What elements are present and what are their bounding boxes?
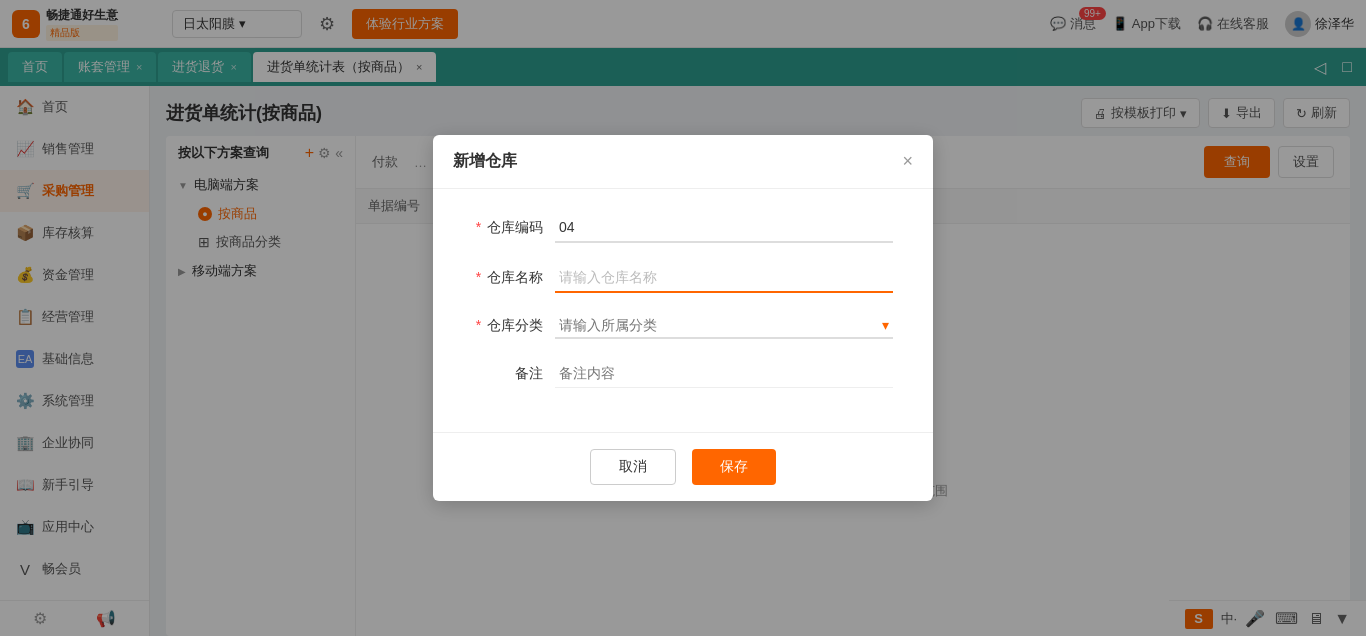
name-label: * 仓库名称 [473,269,543,287]
modal-close-button[interactable]: × [902,151,913,172]
name-input[interactable] [555,263,893,293]
new-warehouse-modal: 新增仓库 × * 仓库编码 * 仓库名称 [433,135,933,501]
required-star-name: * [476,269,481,285]
category-select-wrap[interactable]: ▾ [555,313,893,339]
category-input[interactable] [559,317,882,333]
form-row-code: * 仓库编码 [473,213,893,243]
code-label: * 仓库编码 [473,219,543,237]
note-label: 备注 [473,365,543,383]
save-button[interactable]: 保存 [692,449,776,485]
note-input[interactable] [555,359,893,388]
cancel-button[interactable]: 取消 [590,449,676,485]
required-star-code: * [476,219,481,235]
modal-overlay: 新增仓库 × * 仓库编码 * 仓库名称 [0,0,1366,636]
form-row-note: 备注 [473,359,893,388]
modal-body: * 仓库编码 * 仓库名称 * 仓库分类 [433,189,933,432]
modal-header: 新增仓库 × [433,135,933,189]
category-label: * 仓库分类 [473,317,543,335]
category-dropdown-icon: ▾ [882,317,889,333]
form-row-name: * 仓库名称 [473,263,893,293]
code-input[interactable] [555,213,893,243]
modal-title: 新增仓库 [453,151,517,172]
form-row-category: * 仓库分类 ▾ [473,313,893,339]
modal-footer: 取消 保存 [433,432,933,501]
required-star-category: * [476,317,481,333]
